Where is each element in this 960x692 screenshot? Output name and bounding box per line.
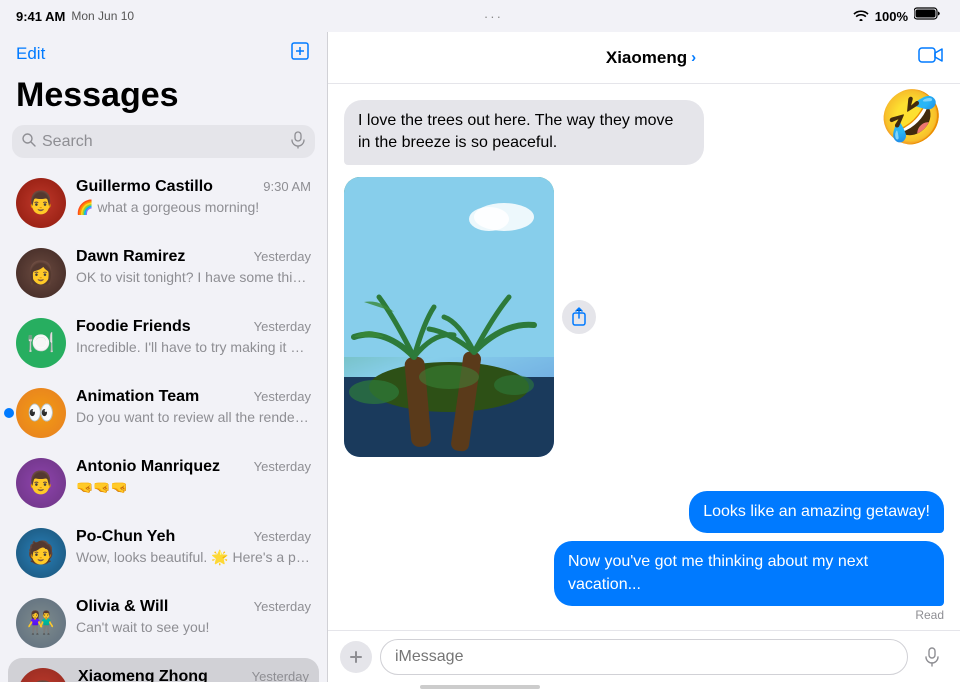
photo-message <box>344 177 944 457</box>
conv-time-olivia: Yesterday <box>254 599 311 614</box>
emoji-reaction: 🤣 <box>879 92 944 144</box>
battery-icon <box>914 7 940 25</box>
sidebar: Edit Messages Search 👨 Guillermo Castill… <box>0 32 328 682</box>
conv-preview-guillermo: 🌈 what a gorgeous morning! <box>76 198 311 216</box>
avatar-foodie: 🍽️ <box>16 318 66 368</box>
conversation-item-antonio[interactable]: 👨 Antonio Manriquez Yesterday 🤜🤜🤜 <box>0 448 327 518</box>
chat-area: Xiaomeng › 🤣 I love the trees out here. … <box>328 32 960 682</box>
conv-content-dawn: Dawn Ramirez Yesterday OK to visit tonig… <box>76 248 311 286</box>
conversation-item-xiaomeng[interactable]: 👩 Xiaomeng Zhong Yesterday Now you've go… <box>8 658 319 682</box>
imessage-input[interactable] <box>380 639 908 675</box>
conv-name-foodie: Foodie Friends <box>76 318 191 336</box>
status-right: 100% <box>853 7 940 25</box>
conv-content-animation: Animation Team Yesterday Do you want to … <box>76 388 311 426</box>
edit-button[interactable]: Edit <box>16 44 45 64</box>
conv-content-pochun: Po-Chun Yeh Yesterday Wow, looks beautif… <box>76 528 311 566</box>
battery-percent: 100% <box>875 9 908 24</box>
chat-messages: 🤣 I love the trees out here. The way the… <box>328 84 960 630</box>
compose-button[interactable] <box>289 40 311 68</box>
conv-time-antonio: Yesterday <box>254 459 311 474</box>
conversation-item-pochun[interactable]: 🧑 Po-Chun Yeh Yesterday Wow, looks beaut… <box>0 518 327 588</box>
avatar-xiaomeng: 👩 <box>18 668 68 682</box>
chat-header: Xiaomeng › <box>328 32 960 84</box>
video-call-button[interactable] <box>918 45 944 71</box>
avatar-guillermo: 👨 <box>16 178 66 228</box>
unread-dot <box>4 408 14 418</box>
conversation-item-animation[interactable]: 👀 Animation Team Yesterday Do you want t… <box>0 378 327 448</box>
conv-content-guillermo: Guillermo Castillo 9:30 AM 🌈 what a gorg… <box>76 178 311 216</box>
status-bar: 9:41 AM Mon Jun 10 ··· 100% <box>0 0 960 32</box>
search-mic-icon[interactable] <box>291 131 305 152</box>
conv-name-olivia: Olivia & Will <box>76 598 168 616</box>
avatar-pochun: 🧑 <box>16 528 66 578</box>
conv-name-pochun: Po-Chun Yeh <box>76 528 175 546</box>
conv-preview-animation: Do you want to review all the renders to… <box>76 408 311 426</box>
avatar-dawn: 👩 <box>16 248 66 298</box>
contact-chevron: › <box>691 49 696 66</box>
avatar-antonio: 👨 <box>16 458 66 508</box>
avatar-animation: 👀 <box>16 388 66 438</box>
conversation-list: 👨 Guillermo Castillo 9:30 AM 🌈 what a go… <box>0 168 327 682</box>
search-bar[interactable]: Search <box>12 125 315 158</box>
messages-title: Messages <box>0 72 327 125</box>
bubble-sent-2: Now you've got me thinking about my next… <box>554 541 944 606</box>
wifi-icon <box>853 9 869 24</box>
conv-preview-foodie: Incredible. I'll have to try making it m… <box>76 338 311 356</box>
bubble-sent-1: Looks like an amazing getaway! <box>689 491 944 533</box>
conv-time-xiaomeng: Yesterday <box>252 669 309 682</box>
sent-message-1: Looks like an amazing getaway! <box>689 491 944 533</box>
conv-preview-dawn: OK to visit tonight? I have some things … <box>76 268 311 286</box>
status-date: Mon Jun 10 <box>71 9 134 23</box>
conversation-item-dawn[interactable]: 👩 Dawn Ramirez Yesterday OK to visit ton… <box>0 238 327 308</box>
bubble-received-1: I love the trees out here. The way they … <box>344 100 704 165</box>
conv-time-pochun: Yesterday <box>254 529 311 544</box>
conv-preview-antonio: 🤜🤜🤜 <box>76 478 311 496</box>
conv-preview-pochun: Wow, looks beautiful. 🌟 Here's a photo o… <box>76 548 311 566</box>
home-indicator <box>0 682 960 692</box>
status-center-dots: ··· <box>484 9 503 24</box>
conv-name-antonio: Antonio Manriquez <box>76 458 220 476</box>
add-button[interactable] <box>340 641 372 673</box>
conversation-item-guillermo[interactable]: 👨 Guillermo Castillo 9:30 AM 🌈 what a go… <box>0 168 327 238</box>
sent-message-2: Now you've got me thinking about my next… <box>554 541 944 622</box>
conv-time-dawn: Yesterday <box>254 249 311 264</box>
app-container: Edit Messages Search 👨 Guillermo Castill… <box>0 32 960 682</box>
search-placeholder: Search <box>42 133 285 151</box>
conv-time-foodie: Yesterday <box>254 319 311 334</box>
conv-content-foodie: Foodie Friends Yesterday Incredible. I'l… <box>76 318 311 356</box>
conv-name-xiaomeng: Xiaomeng Zhong <box>78 668 208 682</box>
conv-time-guillermo: 9:30 AM <box>263 179 311 194</box>
conv-name-guillermo: Guillermo Castillo <box>76 178 213 196</box>
mic-button[interactable] <box>916 641 948 673</box>
home-bar <box>420 685 540 689</box>
read-receipt: Read <box>915 608 944 622</box>
conv-content-olivia: Olivia & Will Yesterday Can't wait to se… <box>76 598 311 636</box>
received-message-1: I love the trees out here. The way they … <box>344 100 704 165</box>
conversation-item-olivia[interactable]: 👫 Olivia & Will Yesterday Can't wait to … <box>0 588 327 658</box>
conv-content-xiaomeng: Xiaomeng Zhong Yesterday Now you've got … <box>78 668 309 682</box>
conv-preview-olivia: Can't wait to see you! <box>76 618 311 636</box>
sidebar-header: Edit <box>0 32 327 72</box>
conversation-item-foodie[interactable]: 🍽️ Foodie Friends Yesterday Incredible. … <box>0 308 327 378</box>
conv-name-animation: Animation Team <box>76 388 199 406</box>
status-time: 9:41 AM <box>16 9 65 24</box>
conv-time-animation: Yesterday <box>254 389 311 404</box>
conv-content-antonio: Antonio Manriquez Yesterday 🤜🤜🤜 <box>76 458 311 496</box>
input-bar <box>328 630 960 682</box>
photo-bubble[interactable] <box>344 177 554 457</box>
avatar-olivia: 👫 <box>16 598 66 648</box>
contact-name-text: Xiaomeng <box>606 48 687 68</box>
chat-contact-name[interactable]: Xiaomeng › <box>606 48 696 68</box>
photo-share-button[interactable] <box>562 300 596 334</box>
conv-name-dawn: Dawn Ramirez <box>76 248 185 266</box>
search-icon <box>22 133 36 150</box>
